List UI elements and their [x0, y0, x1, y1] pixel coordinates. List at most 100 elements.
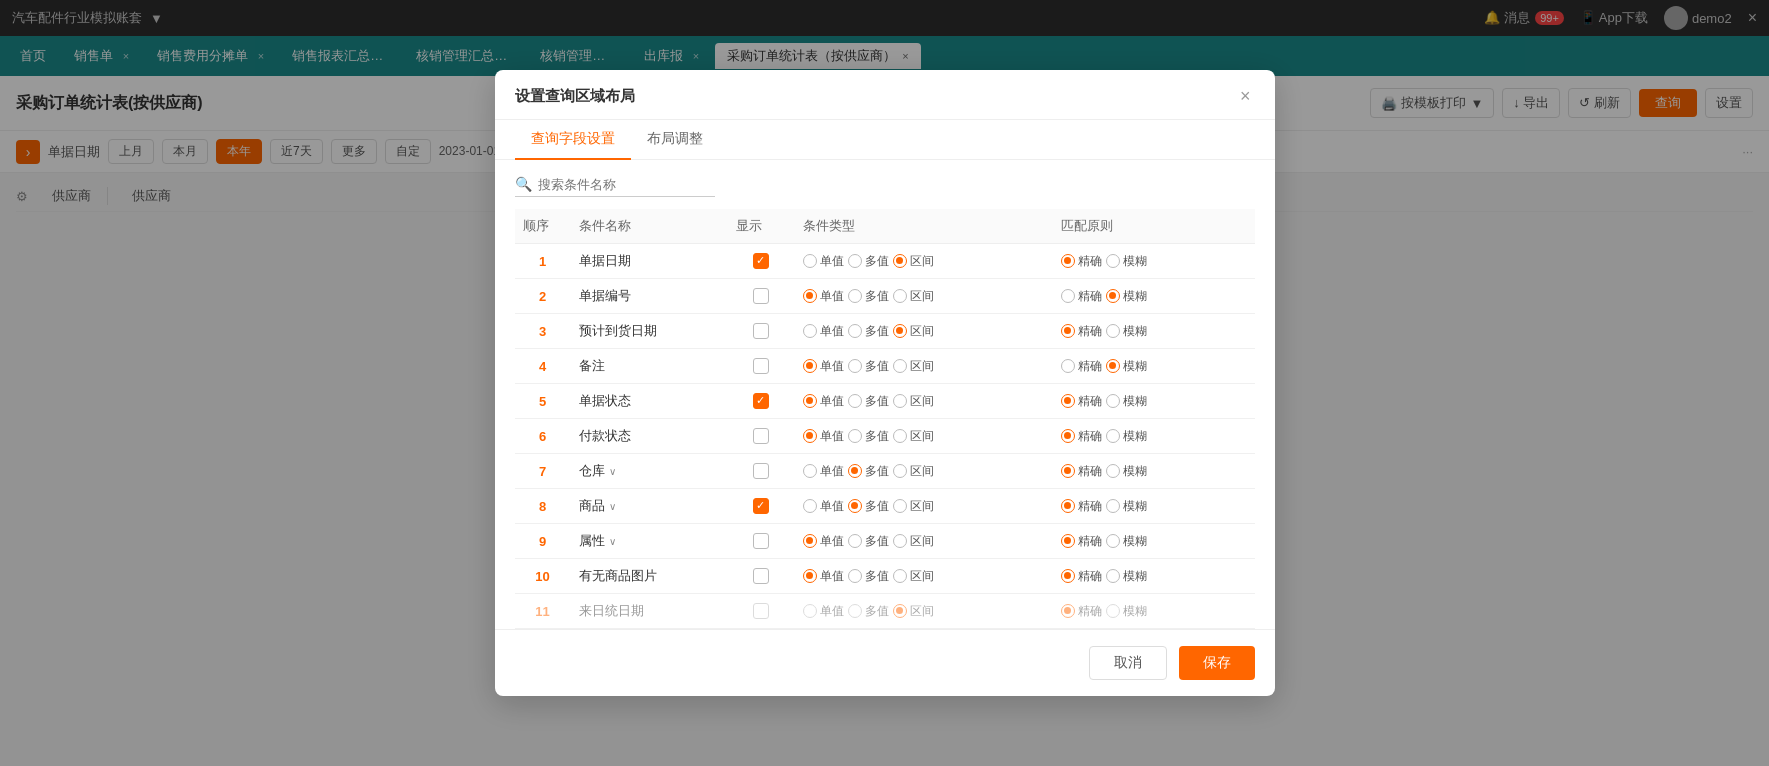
radio-type-区间[interactable]: 区间	[893, 288, 934, 305]
cell-show[interactable]	[728, 454, 795, 489]
show-checkbox[interactable]	[753, 358, 769, 374]
radio-type-多值[interactable]: 多值	[848, 428, 889, 445]
radio-match-模糊[interactable]: 模糊	[1106, 533, 1147, 550]
radio-type-多值[interactable]: 多值	[848, 358, 889, 375]
radio-match-精确[interactable]: 精确	[1061, 253, 1102, 270]
radio-circle	[1106, 324, 1120, 338]
radio-circle	[1061, 569, 1075, 583]
radio-circle	[1061, 534, 1075, 548]
radio-type-单值[interactable]: 单值	[803, 568, 844, 585]
radio-type-区间[interactable]: 区间	[893, 498, 934, 515]
radio-type-单值[interactable]: 单值	[803, 358, 844, 375]
radio-type-区间[interactable]: 区间	[893, 358, 934, 375]
radio-type-多值[interactable]: 多值	[848, 568, 889, 585]
radio-match-精确[interactable]: 精确	[1061, 463, 1102, 480]
cell-match: 精确模糊	[1053, 594, 1255, 629]
radio-type-区间[interactable]: 区间	[893, 253, 934, 270]
cell-order: 6	[515, 419, 571, 454]
radio-match-模糊[interactable]: 模糊	[1106, 323, 1147, 340]
cell-show[interactable]	[728, 244, 795, 279]
radio-label: 精确	[1078, 498, 1102, 515]
cell-show[interactable]	[728, 279, 795, 314]
cancel-button[interactable]: 取消	[1089, 646, 1167, 680]
radio-match-精确[interactable]: 精确	[1061, 288, 1102, 305]
radio-type-多值[interactable]: 多值	[848, 498, 889, 515]
cell-show[interactable]	[728, 524, 795, 559]
radio-match-精确[interactable]: 精确	[1061, 358, 1102, 375]
cell-show[interactable]	[728, 594, 795, 629]
radio-match-模糊[interactable]: 模糊	[1106, 498, 1147, 515]
radio-type-单值[interactable]: 单值	[803, 323, 844, 340]
radio-label: 区间	[910, 533, 934, 550]
radio-match-模糊[interactable]: 模糊	[1106, 253, 1147, 270]
radio-type-区间[interactable]: 区间	[893, 393, 934, 410]
radio-type-单值[interactable]: 单值	[803, 253, 844, 270]
show-checkbox[interactable]	[753, 568, 769, 584]
chevron-down-icon: ∨	[609, 501, 616, 512]
radio-label: 精确	[1078, 288, 1102, 305]
radio-type-多值[interactable]: 多值	[848, 393, 889, 410]
show-checkbox[interactable]	[753, 603, 769, 619]
radio-circle	[848, 254, 862, 268]
radio-type-单值[interactable]: 单值	[803, 428, 844, 445]
dialog-close-btn[interactable]: ×	[1236, 86, 1255, 107]
radio-type-多值[interactable]: 多值	[848, 288, 889, 305]
radio-match-精确[interactable]: 精确	[1061, 498, 1102, 515]
radio-type-区间[interactable]: 区间	[893, 568, 934, 585]
show-checkbox[interactable]	[753, 533, 769, 549]
show-checkbox[interactable]	[753, 428, 769, 444]
radio-type-区间[interactable]: 区间	[893, 603, 934, 620]
radio-type-区间[interactable]: 区间	[893, 428, 934, 445]
radio-label: 模糊	[1123, 288, 1147, 305]
radio-match-模糊[interactable]: 模糊	[1106, 568, 1147, 585]
radio-type-区间[interactable]: 区间	[893, 533, 934, 550]
save-button[interactable]: 保存	[1179, 646, 1255, 680]
dialog-tab-layout[interactable]: 布局调整	[631, 120, 719, 160]
show-checkbox[interactable]	[753, 393, 769, 409]
radio-type-多值[interactable]: 多值	[848, 253, 889, 270]
radio-type-多值[interactable]: 多值	[848, 533, 889, 550]
radio-match-模糊[interactable]: 模糊	[1106, 393, 1147, 410]
radio-type-区间[interactable]: 区间	[893, 463, 934, 480]
radio-type-单值[interactable]: 单值	[803, 393, 844, 410]
radio-circle	[848, 394, 862, 408]
radio-match-模糊[interactable]: 模糊	[1106, 603, 1147, 620]
radio-match-精确[interactable]: 精确	[1061, 323, 1102, 340]
search-input[interactable]	[538, 177, 698, 192]
cell-show[interactable]	[728, 314, 795, 349]
radio-match-精确[interactable]: 精确	[1061, 428, 1102, 445]
radio-type-多值[interactable]: 多值	[848, 603, 889, 620]
radio-match-精确[interactable]: 精确	[1061, 568, 1102, 585]
radio-type-多值[interactable]: 多值	[848, 463, 889, 480]
cell-show[interactable]	[728, 349, 795, 384]
show-checkbox[interactable]	[753, 498, 769, 514]
dialog-tab-query-fields[interactable]: 查询字段设置	[515, 120, 631, 160]
cell-order: 10	[515, 559, 571, 594]
show-checkbox[interactable]	[753, 323, 769, 339]
radio-type-单值[interactable]: 单值	[803, 603, 844, 620]
radio-type-单值[interactable]: 单值	[803, 288, 844, 305]
cell-show[interactable]	[728, 419, 795, 454]
show-checkbox[interactable]	[753, 253, 769, 269]
radio-circle	[848, 569, 862, 583]
radio-match-精确[interactable]: 精确	[1061, 393, 1102, 410]
show-checkbox[interactable]	[753, 288, 769, 304]
show-checkbox[interactable]	[753, 463, 769, 479]
radio-match-精确[interactable]: 精确	[1061, 603, 1102, 620]
radio-type-单值[interactable]: 单值	[803, 463, 844, 480]
radio-type-多值[interactable]: 多值	[848, 323, 889, 340]
cell-show[interactable]	[728, 489, 795, 524]
radio-circle	[1106, 254, 1120, 268]
radio-type-单值[interactable]: 单值	[803, 498, 844, 515]
radio-match-模糊[interactable]: 模糊	[1106, 288, 1147, 305]
cell-show[interactable]	[728, 559, 795, 594]
radio-match-精确[interactable]: 精确	[1061, 533, 1102, 550]
radio-label: 区间	[910, 463, 934, 480]
cell-show[interactable]	[728, 384, 795, 419]
radio-label: 多值	[865, 288, 889, 305]
radio-match-模糊[interactable]: 模糊	[1106, 358, 1147, 375]
radio-type-区间[interactable]: 区间	[893, 323, 934, 340]
radio-type-单值[interactable]: 单值	[803, 533, 844, 550]
radio-match-模糊[interactable]: 模糊	[1106, 428, 1147, 445]
radio-match-模糊[interactable]: 模糊	[1106, 463, 1147, 480]
